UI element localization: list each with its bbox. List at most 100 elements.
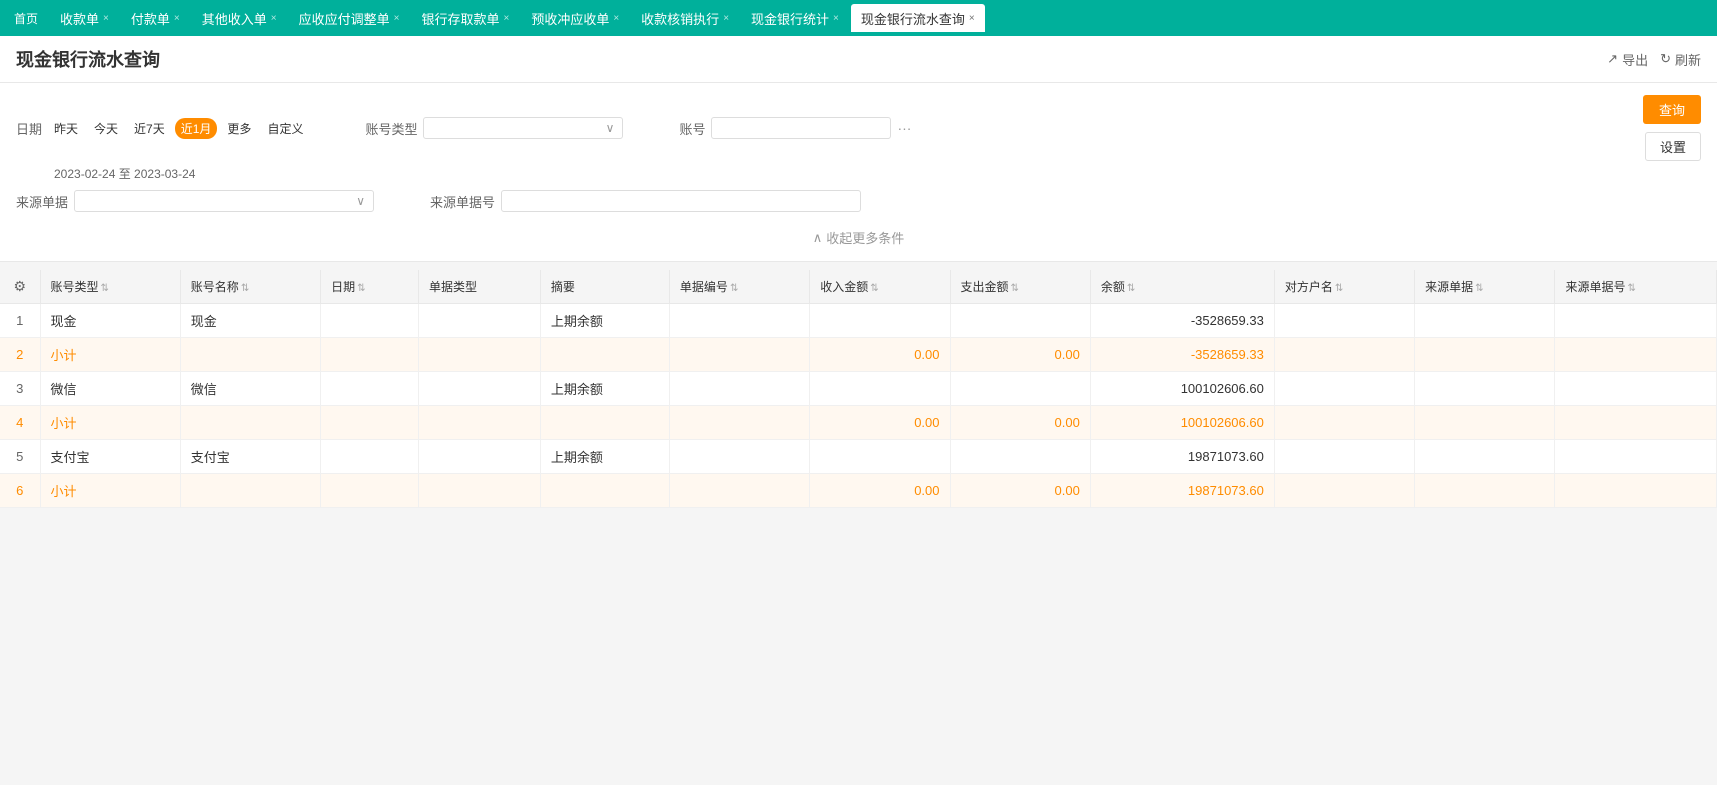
col-header-doc_no[interactable]: 单据编号⇅	[669, 270, 809, 304]
cell-summary	[540, 406, 669, 440]
table-row: 6小计0.000.0019871073.60	[0, 474, 1717, 508]
tab-label: 收款核销执行	[641, 9, 719, 28]
col-header-doc_type: 单据类型	[418, 270, 540, 304]
cell-summary	[540, 474, 669, 508]
account-label: 账号	[679, 119, 705, 138]
col-header-date[interactable]: 日期⇅	[321, 270, 419, 304]
col-header-account_type[interactable]: 账号类型⇅	[40, 270, 180, 304]
date-btn-近1月[interactable]: 近1月	[175, 118, 218, 139]
cell-date	[321, 304, 419, 338]
cell-expense	[950, 440, 1090, 474]
cell-account_type: 小计	[40, 406, 180, 440]
sort-icon: ⇅	[1475, 283, 1483, 294]
cell-counterpart	[1274, 304, 1414, 338]
nav-tab-现金银行统计[interactable]: 现金银行统计×	[741, 4, 849, 32]
sort-icon: ⇅	[1335, 283, 1343, 294]
date-btn-昨天[interactable]: 昨天	[48, 118, 84, 139]
cell-expense: 0.00	[950, 406, 1090, 440]
tab-label: 预收冲应收单	[531, 9, 609, 28]
account-input[interactable]	[711, 117, 891, 139]
account-type-label: 账号类型	[365, 119, 417, 138]
sort-icon: ⇅	[870, 283, 878, 294]
col-header-counterpart[interactable]: 对方户名⇅	[1274, 270, 1414, 304]
col-header-idx: ⚙	[0, 270, 40, 304]
cell-date	[321, 440, 419, 474]
cell-income: 0.00	[810, 338, 950, 372]
col-header-account_name[interactable]: 账号名称⇅	[180, 270, 320, 304]
cell-doc_type	[418, 474, 540, 508]
cell-doc_type	[418, 440, 540, 474]
close-icon[interactable]: ×	[723, 13, 729, 24]
tab-label: 付款单	[131, 9, 170, 28]
cell-doc_type	[418, 338, 540, 372]
nav-tab-其他收入单[interactable]: 其他收入单×	[192, 4, 287, 32]
nav-tab-收款单[interactable]: 收款单 ×	[50, 4, 119, 32]
refresh-button[interactable]: ↻ 刷新	[1660, 50, 1701, 69]
nav-tab-预收冲应收单[interactable]: 预收冲应收单 ×	[521, 4, 629, 32]
cell-source_doc_no	[1555, 304, 1717, 338]
date-btn-近7天[interactable]: 近7天	[128, 118, 171, 139]
query-button[interactable]: 查询	[1643, 95, 1701, 124]
nav-tab-现金银行流水查询[interactable]: 现金银行流水查询 ×	[851, 4, 985, 32]
close-icon[interactable]: ×	[103, 13, 109, 24]
close-icon[interactable]: ×	[394, 13, 400, 24]
cell-source_doc	[1415, 406, 1555, 440]
nav-tab-银行存取款单[interactable]: 银行存取款单×	[411, 4, 519, 32]
cell-doc_type	[418, 304, 540, 338]
cell-account_type: 小计	[40, 338, 180, 372]
tab-label: 现金银行流水查询	[861, 9, 965, 28]
close-icon[interactable]: ×	[174, 13, 180, 24]
cell-doc_no	[669, 406, 809, 440]
cell-counterpart	[1274, 372, 1414, 406]
cell-counterpart	[1274, 474, 1414, 508]
export-button[interactable]: ↗ 导出	[1607, 50, 1648, 69]
page-title: 现金银行流水查询	[16, 46, 160, 72]
col-header-balance[interactable]: 余额⇅	[1090, 270, 1274, 304]
cell-account_name: 现金	[180, 304, 320, 338]
cell-account_type: 现金	[40, 304, 180, 338]
date-btn-更多[interactable]: 更多	[221, 118, 257, 139]
account-type-select[interactable]: ∨	[423, 117, 623, 139]
home-tab[interactable]: 首页	[4, 10, 48, 27]
cell-balance: -3528659.33	[1090, 304, 1274, 338]
source-doc-no-input[interactable]	[501, 190, 861, 212]
sort-icon: ⇅	[1627, 283, 1635, 294]
close-icon[interactable]: ×	[613, 13, 619, 24]
settings-button[interactable]: 设置	[1645, 132, 1701, 161]
cell-idx: 2	[0, 338, 40, 372]
close-icon[interactable]: ×	[969, 13, 975, 24]
cell-doc_no	[669, 372, 809, 406]
source-doc-select[interactable]: ∨	[74, 190, 374, 212]
collapse-bar[interactable]: ∧ 收起更多条件	[16, 222, 1701, 249]
cell-account_name	[180, 406, 320, 440]
col-header-source_doc_no[interactable]: 来源单据号⇅	[1555, 270, 1717, 304]
date-btn-自定义[interactable]: 自定义	[261, 118, 309, 139]
cell-source_doc	[1415, 372, 1555, 406]
cell-account_name	[180, 338, 320, 372]
source-doc-label: 来源单据	[16, 192, 68, 211]
col-header-income[interactable]: 收入金额⇅	[810, 270, 950, 304]
close-icon[interactable]: ×	[833, 13, 839, 24]
col-header-source_doc[interactable]: 来源单据⇅	[1415, 270, 1555, 304]
close-icon[interactable]: ×	[271, 13, 277, 24]
cell-doc_no	[669, 474, 809, 508]
tab-label: 收款单	[60, 9, 99, 28]
close-icon[interactable]: ×	[503, 13, 509, 24]
gear-icon[interactable]: ⚙	[13, 278, 26, 294]
date-btn-今天[interactable]: 今天	[88, 118, 124, 139]
filter-area: 日期 昨天今天近7天近1月更多自定义 账号类型 ∨ 账号 ··· 查询 设置 2…	[0, 83, 1717, 262]
col-header-expense[interactable]: 支出金额⇅	[950, 270, 1090, 304]
cell-income	[810, 304, 950, 338]
top-navigation: 首页 收款单×付款单×其他收入单×应收应付调整单×银行存取款单×预收冲应收单×收…	[0, 0, 1717, 36]
nav-tab-付款单[interactable]: 付款单 ×	[121, 4, 190, 32]
cell-doc_no	[669, 440, 809, 474]
account-dots-button[interactable]: ···	[897, 120, 911, 136]
sort-icon: ⇅	[730, 283, 738, 294]
cell-source_doc_no	[1555, 474, 1717, 508]
cell-idx: 6	[0, 474, 40, 508]
cell-source_doc	[1415, 304, 1555, 338]
page-header: 现金银行流水查询 ↗ 导出 ↻ 刷新	[0, 36, 1717, 83]
nav-tab-收款核销执行[interactable]: 收款核销执行 ×	[631, 4, 739, 32]
cell-source_doc	[1415, 338, 1555, 372]
nav-tab-应收应付调整单[interactable]: 应收应付调整单×	[289, 4, 410, 32]
